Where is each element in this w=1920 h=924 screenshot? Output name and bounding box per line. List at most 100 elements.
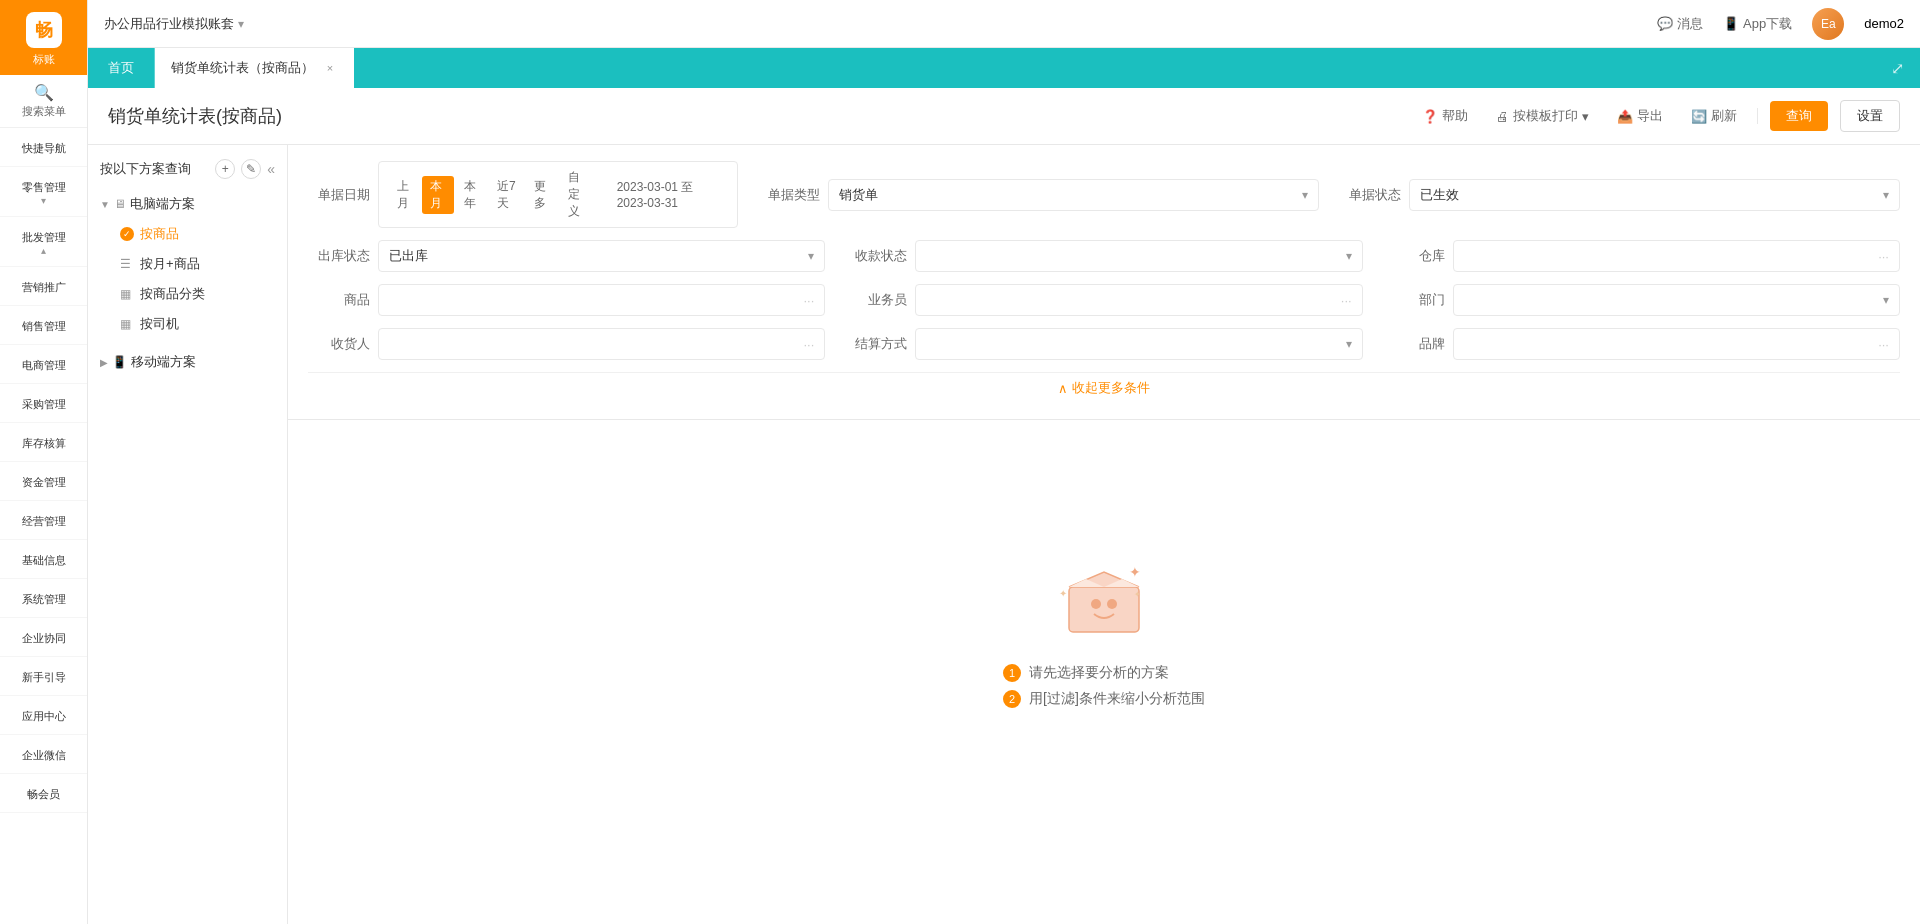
dots-icon: ··· [1878,249,1889,264]
sidebar-item-label: 采购管理 [22,397,66,412]
sidebar-item-purchase[interactable]: 采购管理 [0,384,87,423]
sidebar-item-operations[interactable]: 经营管理 [0,501,87,540]
sidebar-item-ecommerce[interactable]: 电商管理 [0,345,87,384]
date-tab-last-month[interactable]: 上月 [389,176,420,214]
monitor-icon: 🖥 [114,197,126,211]
settle-method-label: 结算方式 [845,335,915,353]
app-download-button[interactable]: 📱 App下载 [1723,15,1792,33]
date-tab-more[interactable]: 更多 [526,176,557,214]
chevron-down-icon: ▾ [1346,337,1352,351]
stock-status-field[interactable]: 已出库 ▾ [378,240,825,272]
scheme-group-mobile-header[interactable]: ▶ 📱 移动端方案 [88,347,287,377]
sidebar-item-new-guide[interactable]: 新手引导 [0,657,87,696]
svg-rect-0 [1069,587,1139,632]
scheme-item-label: 按司机 [140,315,179,333]
sidebar-item-wholesale[interactable]: 批发管理 ▴ [0,217,87,267]
logo-icon: 畅 [26,12,62,48]
sidebar-item-label: 基础信息 [22,553,66,568]
sidebar: 畅 标账 🔍 搜索菜单 快捷导航 零售管理 ▾ 批发管理 ▴ 营销推广 销售管理… [0,0,88,924]
goods-label: 商品 [308,291,378,309]
scheme-edit-button[interactable]: ✎ [241,159,261,179]
collapse-filter-button[interactable]: ∧ 收起更多条件 [308,372,1900,403]
topbar-chevron-icon: ▾ [238,17,244,31]
query-button[interactable]: 查询 [1770,101,1828,131]
sidebar-item-app-center[interactable]: 应用中心 [0,696,87,735]
edit-icon: ✎ [246,162,256,176]
dots-icon: ··· [803,293,814,308]
svg-text:✦: ✦ [1129,564,1141,580]
sidebar-item-enterprise-collab[interactable]: 企业协同 [0,618,87,657]
settle-method-field[interactable]: ▾ [915,328,1362,360]
scheme-item-by-cashier[interactable]: ▦ 按司机 [88,309,287,339]
sales-rep-field[interactable]: ··· [915,284,1362,316]
date-tab-7days[interactable]: 近7天 [489,176,525,214]
sidebar-item-label: 企业微信 [22,748,66,763]
print-button[interactable]: 🖨 按模板打印 ▾ [1488,103,1597,129]
app-title: 办公用品行业模拟账套 [104,15,234,33]
empty-tip-1: 1 请先选择要分析的方案 [1003,664,1205,682]
sidebar-item-label: 应用中心 [22,709,66,724]
svg-point-2 [1107,599,1117,609]
receiver-field[interactable]: ··· [378,328,825,360]
sidebar-item-quick-nav[interactable]: 快捷导航 [0,128,87,167]
sidebar-item-finance[interactable]: 资金管理 [0,462,87,501]
settings-button[interactable]: 设置 [1840,100,1900,132]
sidebar-item-label: 电商管理 [22,358,66,373]
sidebar-item-retail[interactable]: 零售管理 ▾ [0,167,87,217]
dept-field[interactable]: ▾ [1453,284,1900,316]
goods-field[interactable]: ··· [378,284,825,316]
scheme-group-pc-header[interactable]: ▼ 🖥 电脑端方案 [88,189,287,219]
filter-row-2: 出库状态 已出库 ▾ 收款状态 ▾ 仓库 ·· [308,240,1900,272]
scheme-item-by-month-goods[interactable]: ☰ 按月+商品 [88,249,287,279]
scheme-item-by-category[interactable]: ▦ 按商品分类 [88,279,287,309]
help-button[interactable]: ❓ 帮助 [1414,103,1476,129]
warehouse-field[interactable]: ··· [1453,240,1900,272]
tab-home-label: 首页 [108,59,134,77]
search-label: 搜索菜单 [22,104,66,119]
svg-text:✦: ✦ [1134,590,1141,599]
doc-type-field[interactable]: 销货单 ▾ [828,179,1319,211]
scheme-item-icon: ☰ [120,257,134,271]
date-tab-current-month[interactable]: 本月 [422,176,453,214]
expand-icon: ⤢ [1891,60,1904,77]
app-download-label: App下载 [1743,15,1792,33]
tabbar: 首页 销货单统计表（按商品） × ⤢ [88,48,1920,88]
search-icon: 🔍 [34,83,54,102]
sidebar-item-inventory[interactable]: 库存核算 [0,423,87,462]
tab-home[interactable]: 首页 [88,48,155,88]
sidebar-item-member[interactable]: 畅会员 [0,774,87,813]
sidebar-item-sales[interactable]: 销售管理 [0,306,87,345]
tab-sales-report-label: 销货单统计表（按商品） [171,59,314,77]
tab-expand-button[interactable]: ⤢ [1875,59,1920,78]
empty-tips: 1 请先选择要分析的方案 2 用[过滤]条件来缩小分析范围 [1003,664,1205,708]
filter-row-1: 单据日期 上月 本月 本年 近7天 更多 自定义 2023-03-01 至 20… [308,161,1900,228]
help-icon: ❓ [1422,109,1438,124]
sidebar-item-label: 资金管理 [22,475,66,490]
scheme-collapse-button[interactable]: « [267,161,275,177]
user-avatar[interactable]: Ea [1812,8,1844,40]
date-range-value: 2023-03-01 至 2023-03-31 [617,179,727,210]
brand-field[interactable]: ··· [1453,328,1900,360]
sidebar-item-basic-info[interactable]: 基础信息 [0,540,87,579]
sidebar-item-marketing[interactable]: 营销推广 [0,267,87,306]
tab-close-button[interactable]: × [322,60,338,76]
tab-sales-report[interactable]: 销货单统计表（按商品） × [155,48,354,88]
receipt-status-field[interactable]: ▾ [915,240,1362,272]
date-label: 单据日期 [308,186,378,204]
refresh-button[interactable]: 🔄 刷新 [1683,103,1745,129]
tip-num-1: 1 [1003,664,1021,682]
sidebar-item-system[interactable]: 系统管理 [0,579,87,618]
doc-type-label: 单据类型 [758,186,828,204]
date-tab-custom[interactable]: 自定义 [560,167,599,222]
date-field[interactable]: 上月 本月 本年 近7天 更多 自定义 2023-03-01 至 2023-03… [378,161,738,228]
message-button[interactable]: 💬 消息 [1657,15,1703,33]
empty-state: ✦ ✦ ✦ 1 请先选择要分析的方案 2 用[过滤]条件来缩小分析范围 [288,420,1920,820]
scheme-item-by-goods[interactable]: ✓ 按商品 [88,219,287,249]
doc-status-field[interactable]: 已生效 ▾ [1409,179,1900,211]
sidebar-item-enterprise-wechat[interactable]: 企业微信 [0,735,87,774]
sidebar-search-item[interactable]: 🔍 搜索菜单 [0,75,87,128]
chevron-down-icon: ▾ [808,249,814,263]
export-button[interactable]: 📤 导出 [1609,103,1671,129]
date-tab-year[interactable]: 本年 [456,176,487,214]
scheme-add-button[interactable]: + [215,159,235,179]
